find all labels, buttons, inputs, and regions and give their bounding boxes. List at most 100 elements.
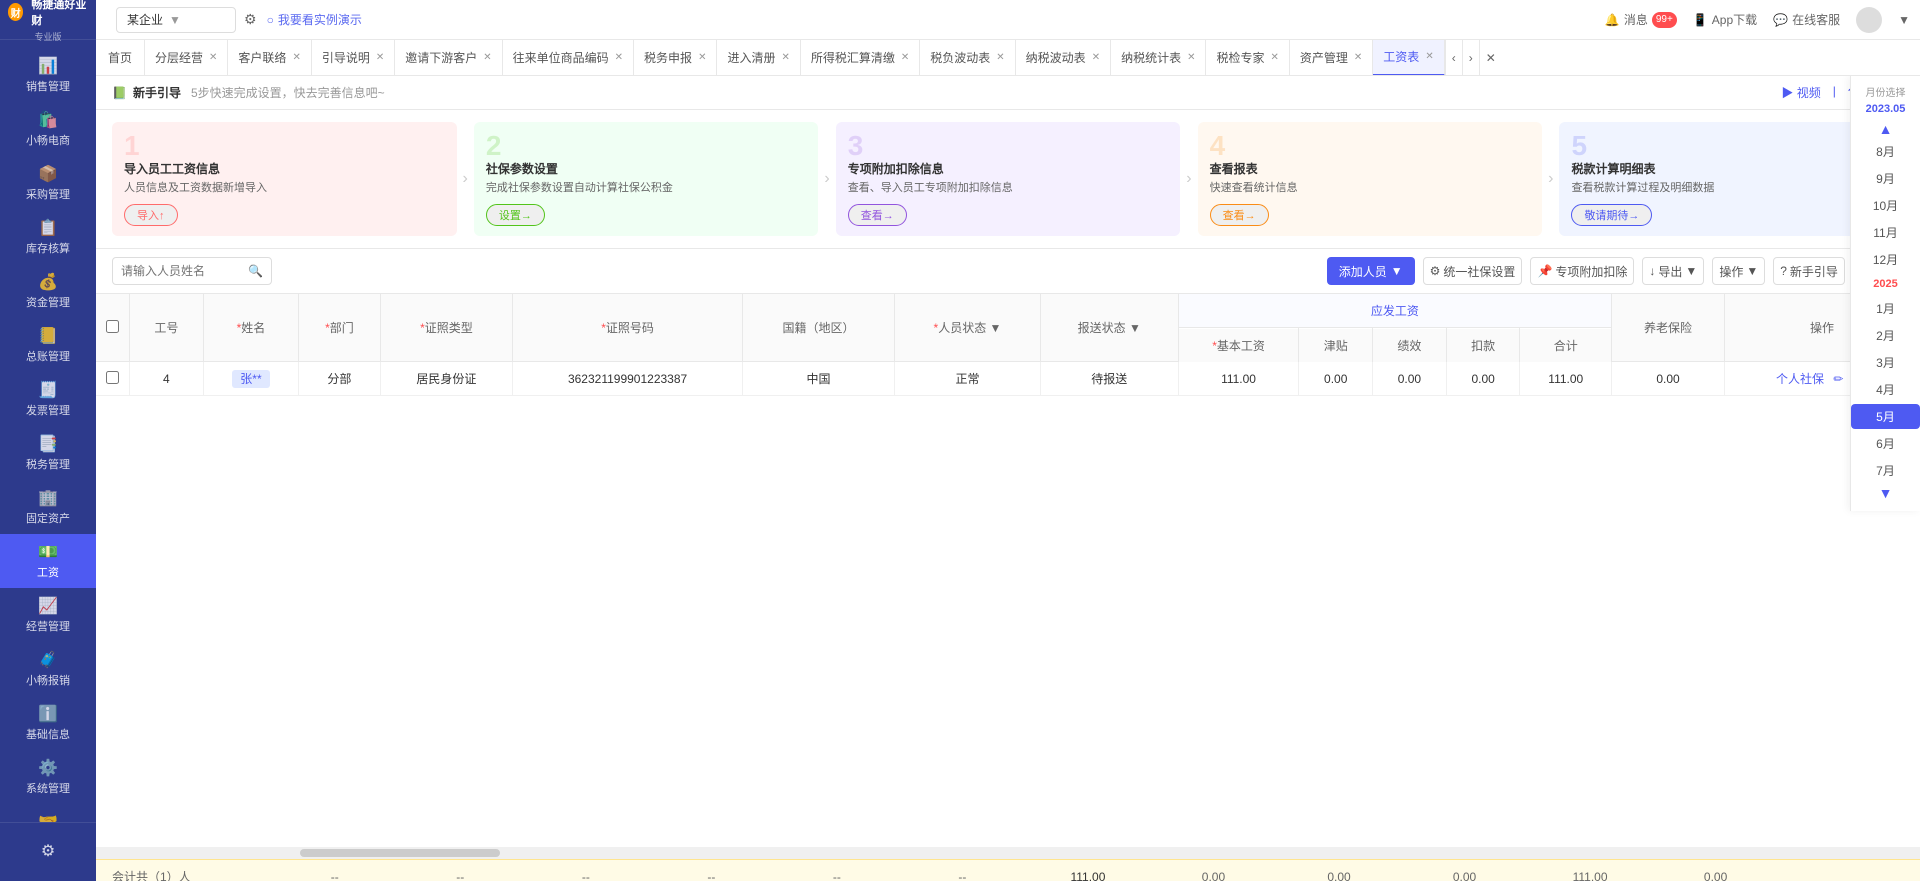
month-9[interactable]: 9月 [1851, 166, 1920, 191]
month-2[interactable]: 2月 [1851, 323, 1920, 348]
user-menu-button[interactable]: ▼ [1898, 13, 1910, 27]
workspace-selector[interactable]: 某企业 ▼ [116, 7, 236, 33]
month-10[interactable]: 10月 [1851, 193, 1920, 218]
sidebar-item-salary[interactable]: 💵 工资 [0, 534, 96, 588]
tab-invite-close[interactable]: ✕ [483, 52, 491, 63]
month-nav-up[interactable]: ▲ [1877, 119, 1895, 139]
month-6[interactable]: 6月 [1851, 431, 1920, 456]
tab-asset-mgmt-close[interactable]: ✕ [1354, 52, 1362, 63]
tab-asset-mgmt[interactable]: 资产管理 ✕ [1290, 40, 1373, 76]
sidebar-item-sales[interactable]: 📊 销售管理 [0, 48, 96, 102]
newbie-guide-btn[interactable]: ? 新手引导 [1773, 257, 1845, 285]
tab-tax-wave[interactable]: 纳税波动表 ✕ [1016, 40, 1111, 76]
unified-insurance-btn[interactable]: ⚙ 统一社保设置 [1423, 257, 1523, 285]
edit-icon[interactable]: ✏ [1833, 372, 1843, 386]
sidebar-item-system[interactable]: ⚙️ 系统管理 [0, 750, 96, 804]
tab-close-all-btn[interactable]: ✕ [1479, 40, 1502, 76]
notification-button[interactable]: 🔔 消息 99+ [1605, 11, 1677, 28]
video-link[interactable]: ▶ 视频 [1781, 84, 1820, 101]
sidebar-item-collab[interactable]: 🤝 企业协同 [0, 804, 96, 822]
sidebar-item-reimbursement[interactable]: 🧳 小畅报销 [0, 642, 96, 696]
tab-home[interactable]: 首页 [96, 40, 145, 76]
sidebar-item-purchase[interactable]: 📦 采购管理 [0, 156, 96, 210]
demo-button[interactable]: 我要看实例演示 [267, 11, 362, 28]
tab-salary-close[interactable]: ✕ [1425, 51, 1433, 62]
report-filter-icon[interactable]: ▼ [1129, 321, 1141, 335]
tab-prev-btn[interactable]: ‹ [1445, 40, 1462, 76]
table-row: 4 张** 分部 居民身份证 362321199901223387 中国 正常 … [96, 362, 1920, 396]
settings-icon[interactable]: ⚙ [244, 11, 257, 28]
step-2-btn[interactable]: 设置→ [486, 204, 545, 226]
tab-hierarchy[interactable]: 分层经营 ✕ [145, 40, 228, 76]
sidebar-item-settings[interactable]: ⚙ [0, 833, 96, 871]
add-person-button[interactable]: 添加人员 ▼ [1327, 257, 1415, 285]
tab-salary-label: 工资表 [1383, 48, 1419, 65]
user-avatar[interactable] [1856, 7, 1882, 33]
tab-tax-expert-close[interactable]: ✕ [1271, 52, 1279, 63]
status-filter-icon[interactable]: ▼ [990, 321, 1002, 335]
export-btn[interactable]: ↓ 导出 ▼ [1642, 257, 1704, 285]
month-11[interactable]: 11月 [1851, 220, 1920, 245]
sidebar-item-ledger[interactable]: 📒 总账管理 [0, 318, 96, 372]
sidebar-label-reimbursement: 小畅报销 [26, 672, 70, 688]
sidebar-label-tax: 税务管理 [26, 456, 70, 472]
sidebar-item-ecommerce[interactable]: 🛍️ 小畅电商 [0, 102, 96, 156]
tab-tax-wave-close[interactable]: ✕ [1092, 52, 1100, 63]
step-5-btn[interactable]: 敬请期待→ [1571, 204, 1652, 226]
month-5[interactable]: 5月 [1851, 404, 1920, 429]
tab-tax-filing[interactable]: 税务申报 ✕ [634, 40, 717, 76]
tab-product-code-close[interactable]: ✕ [615, 52, 623, 63]
sidebar-item-operations[interactable]: 📈 经营管理 [0, 588, 96, 642]
month-3[interactable]: 3月 [1851, 350, 1920, 375]
tab-invite[interactable]: 邀请下游客户 ✕ [395, 40, 502, 76]
sidebar-item-assets[interactable]: 🏢 固定资产 [0, 480, 96, 534]
tab-product-code[interactable]: 往来单位商品编码 ✕ [503, 40, 634, 76]
month-12[interactable]: 12月 [1851, 247, 1920, 272]
sidebar-item-finance[interactable]: 💰 资金管理 [0, 264, 96, 318]
step-4-btn[interactable]: 查看→ [1210, 204, 1269, 226]
row-checkbox[interactable] [106, 371, 119, 384]
tab-tax-burden-close[interactable]: ✕ [996, 52, 1004, 63]
tab-tax-stats[interactable]: 纳税统计表 ✕ [1111, 40, 1206, 76]
operation-btn[interactable]: 操作 ▼ [1712, 257, 1765, 285]
online-service-button[interactable]: 💬 在线客服 [1773, 11, 1840, 28]
tab-hierarchy-close[interactable]: ✕ [209, 52, 217, 63]
sidebar-item-inventory[interactable]: 📋 库存核算 [0, 210, 96, 264]
basic-info-icon: ℹ️ [38, 704, 58, 724]
tab-next-btn[interactable]: › [1462, 40, 1479, 76]
tab-guide-desc-close[interactable]: ✕ [376, 52, 384, 63]
sidebar-item-tax[interactable]: 📑 税务管理 [0, 426, 96, 480]
tab-guide-desc[interactable]: 引导说明 ✕ [312, 40, 395, 76]
tab-income-tax-close[interactable]: ✕ [901, 52, 909, 63]
search-input[interactable] [121, 264, 244, 278]
tab-income-tax[interactable]: 所得税汇算清缴 ✕ [801, 40, 920, 76]
sidebar-item-invoice[interactable]: 🧾 发票管理 [0, 372, 96, 426]
sidebar-item-basic-info[interactable]: ℹ️ 基础信息 [0, 696, 96, 750]
operations-icon: 📈 [38, 596, 58, 616]
special-deduction-btn[interactable]: 📌 专项附加扣除 [1530, 257, 1634, 285]
tab-customer[interactable]: 客户联络 ✕ [228, 40, 311, 76]
month-4[interactable]: 4月 [1851, 377, 1920, 402]
tab-tax-stats-close[interactable]: ✕ [1187, 52, 1195, 63]
month-7[interactable]: 7月 [1851, 458, 1920, 483]
step-1-btn[interactable]: 导入↑ [124, 204, 178, 226]
month-nav-down[interactable]: ▼ [1877, 483, 1895, 503]
tab-tax-expert[interactable]: 税检专家 ✕ [1206, 40, 1289, 76]
row-deduction: 0.00 [1446, 362, 1520, 396]
sidebar-label-operations: 经营管理 [26, 618, 70, 634]
month-1[interactable]: 1月 [1851, 296, 1920, 321]
tab-clearance[interactable]: 进入清册 ✕ [717, 40, 800, 76]
app-download-button[interactable]: 📱 App下载 [1693, 11, 1757, 28]
name-badge: 张** [232, 370, 269, 388]
scroll-thumb[interactable] [300, 849, 500, 857]
search-icon[interactable]: 🔍 [248, 264, 263, 278]
select-all-checkbox[interactable] [106, 320, 119, 333]
step-3-btn[interactable]: 查看→ [848, 204, 907, 226]
month-8[interactable]: 8月 [1851, 139, 1920, 164]
tab-customer-close[interactable]: ✕ [292, 52, 300, 63]
tab-salary[interactable]: 工资表 ✕ [1373, 40, 1444, 76]
tab-tax-burden[interactable]: 税负波动表 ✕ [920, 40, 1015, 76]
tab-tax-filing-close[interactable]: ✕ [698, 52, 706, 63]
personal-insurance-link[interactable]: 个人社保 [1776, 372, 1824, 386]
tab-clearance-close[interactable]: ✕ [781, 52, 789, 63]
